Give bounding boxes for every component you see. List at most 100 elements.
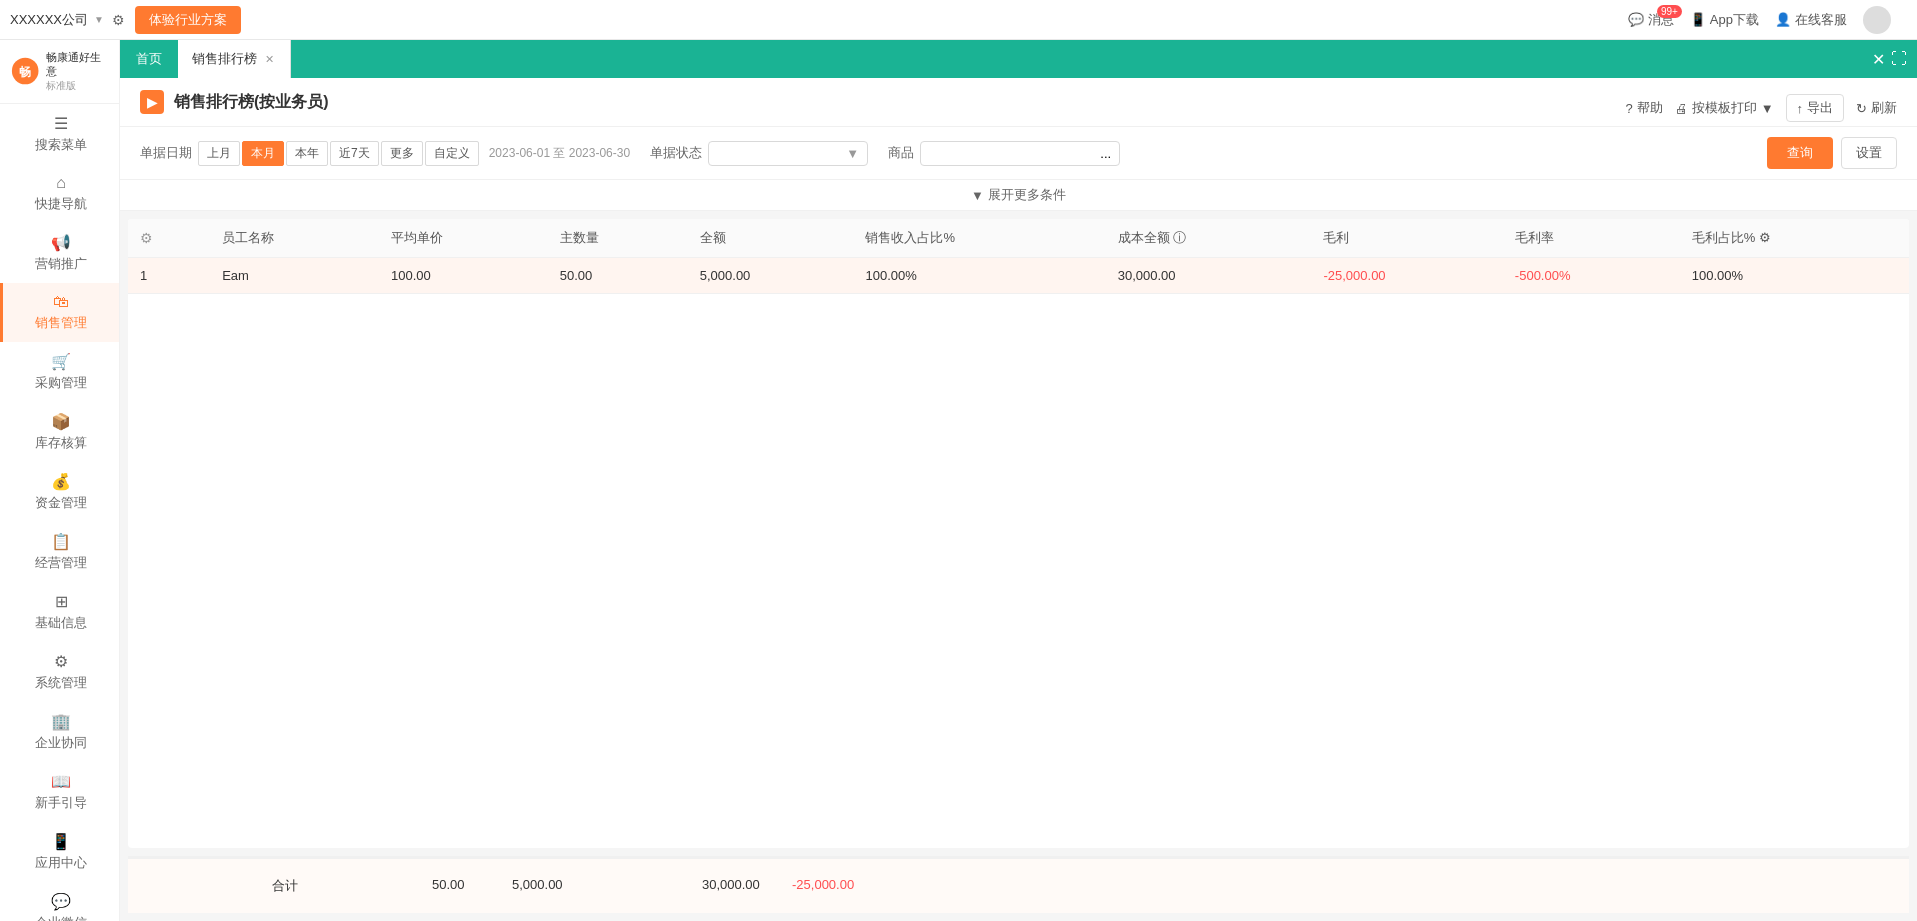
sidebar-item-purchase[interactable]: 🛒 采购管理 [0,342,119,402]
export-label: 导出 [1807,99,1833,117]
company-selector[interactable]: XXXXXX公司 ▼ [10,11,104,29]
cell-gross-pct: 100.00% [1680,258,1909,294]
date-btn-this-month[interactable]: 本月 [242,141,284,166]
footer-gross: -25,000.00 [780,869,870,903]
goods-input-wrapper: ... [920,141,1120,166]
sidebar-item-inventory[interactable]: 📦 库存核算 [0,402,119,462]
sidebar-item-shortcut[interactable]: ⌂ 快捷导航 [0,164,119,223]
logo-name: 畅康通好生意 [46,50,109,79]
tab-close-button[interactable]: ✕ [263,53,276,66]
inventory-icon: 📦 [51,412,71,431]
sidebar-label-system: 系统管理 [35,674,87,692]
filter-bar: 单据日期 上月 本月 本年 近7天 更多 自定义 2023-06-01 至 20… [120,127,1917,180]
tab-home[interactable]: 首页 [120,40,178,78]
sidebar-item-finance[interactable]: 💰 资金管理 [0,462,119,522]
tab-sales-rank[interactable]: 销售排行榜 ✕ [178,40,291,78]
expand-more-button[interactable]: ▼ 展开更多条件 [971,186,1066,204]
sidebar-item-wechat[interactable]: 💬 企业微信 [0,882,119,921]
cell-rank: 1 [128,258,210,294]
table-header-row: ⚙ 员工名称 平均单价 主数量 全额 销售收入占比% 成本全额 ⓘ 毛利 毛利率… [128,219,1909,258]
sidebar-label-sales: 销售管理 [35,314,87,332]
svg-text:畅: 畅 [19,65,31,79]
footer-cost: 30,000.00 [690,869,780,903]
date-btn-this-year[interactable]: 本年 [286,141,328,166]
sidebar-label-finance: 资金管理 [35,494,87,512]
footer-quantity: 50.00 [420,869,500,903]
table-settings-button[interactable]: 设置 [1841,137,1897,169]
system-icon: ⚙ [54,652,68,671]
sidebar-label-inventory: 库存核算 [35,434,87,452]
sidebar-label-basic: 基础信息 [35,614,87,632]
refresh-button[interactable]: ↻ 刷新 [1856,99,1897,117]
goods-input[interactable] [929,146,1100,161]
sidebar-item-system[interactable]: ⚙ 系统管理 [0,642,119,702]
date-btn-custom[interactable]: 自定义 [425,141,479,166]
main-layout: 畅 畅康通好生意 标准版 ☰ 搜索菜单 ⌂ 快捷导航 📢 营销推广 🛍 销售管理… [0,40,1917,921]
sidebar-label-search: 搜索菜单 [35,136,87,154]
query-button[interactable]: 查询 [1767,137,1833,169]
wechat-icon: 💬 [51,892,71,911]
sidebar-item-enterprise[interactable]: 🏢 企业协同 [0,702,119,762]
online-service-button[interactable]: 👤 在线客服 [1775,11,1847,29]
date-btn-last-month[interactable]: 上月 [198,141,240,166]
page-title-row: ▶ 销售排行榜(按业务员) [140,90,329,126]
sidebar-label-wechat: 企业微信 [35,914,87,921]
tab-bar: 首页 销售排行榜 ✕ ✕ ⛶ [120,40,1917,78]
status-select[interactable]: ▼ [708,141,868,166]
settings-icon[interactable]: ⚙ [112,12,125,28]
date-btn-more[interactable]: 更多 [381,141,423,166]
guide-icon: 📖 [51,772,71,791]
footer-gross-pct [960,869,988,903]
export-button[interactable]: ↑ 导出 [1786,94,1845,122]
sidebar-label-apps: 应用中心 [35,854,87,872]
print-button[interactable]: 🖨 按模板打印 ▼ [1675,99,1774,117]
logo-icon: 畅 [10,55,40,87]
app-label: App下载 [1710,11,1759,29]
tab-expand-button[interactable]: ⛶ [1891,50,1907,68]
sidebar-item-basic[interactable]: ⊞ 基础信息 [0,582,119,642]
content-area: 首页 销售排行榜 ✕ ✕ ⛶ ▶ 销售排行榜(按业务员) ? [120,40,1917,921]
avatar[interactable] [1863,6,1891,34]
message-icon: 💬 [1628,12,1644,27]
app-icon: 📱 [1690,12,1706,27]
more-goods-icon[interactable]: ... [1100,146,1111,161]
export-icon: ↑ [1797,101,1804,116]
sidebar-label-enterprise: 企业协同 [35,734,87,752]
sidebar-item-guide[interactable]: 📖 新手引导 [0,762,119,822]
sidebar-item-marketing[interactable]: 📢 营销推广 [0,223,119,283]
finance-icon: 💰 [51,472,71,491]
table-row: 1 Eam 100.00 50.00 5,000.00 100.00% 30,0… [128,258,1909,294]
trial-button[interactable]: 体验行业方案 [135,6,241,34]
sidebar-item-apps[interactable]: 📱 应用中心 [0,822,119,882]
top-right-area: 💬 消息 99+ 📱 App下载 👤 在线客服 [1628,6,1907,34]
col-header-avg-price: 平均单价 [379,219,548,258]
tab-close-all-button[interactable]: ✕ [1872,50,1885,69]
logo-sub: 标准版 [46,79,109,93]
col-header-settings: ⚙ [128,219,210,258]
date-btn-7days[interactable]: 近7天 [330,141,379,166]
date-filter-group: 单据日期 上月 本月 本年 近7天 更多 自定义 2023-06-01 至 20… [140,141,630,166]
col-header-gross-pct: 毛利占比% ⚙ [1680,219,1909,258]
sidebar-item-sales[interactable]: 🛍 销售管理 [0,283,119,342]
col-header-gross: 毛利 [1311,219,1502,258]
sidebar-logo: 畅 畅康通好生意 标准版 [0,40,119,104]
cell-quantity: 50.00 [548,258,688,294]
sidebar-label-guide: 新手引导 [35,794,87,812]
help-icon: ? [1625,101,1632,116]
sales-icon: 🛍 [53,293,69,311]
tab-home-label: 首页 [136,50,162,68]
date-filter-label: 单据日期 [140,144,192,162]
cell-gross-rate: -500.00% [1503,258,1680,294]
sidebar-item-operations[interactable]: 📋 经营管理 [0,522,119,582]
col-header-amount: 全额 [688,219,854,258]
app-download-button[interactable]: 📱 App下载 [1690,11,1759,29]
enterprise-icon: 🏢 [51,712,71,731]
filter-collapse-button[interactable]: ▶ [140,90,164,114]
status-filter-label: 单据状态 [650,144,702,162]
messages-button[interactable]: 💬 消息 99+ [1628,11,1674,29]
col-header-quantity: 主数量 [548,219,688,258]
column-settings-icon[interactable]: ⚙ [140,230,153,246]
footer-avg-price [340,869,420,903]
sidebar-item-search[interactable]: ☰ 搜索菜单 [0,104,119,164]
help-button[interactable]: ? 帮助 [1625,99,1662,117]
